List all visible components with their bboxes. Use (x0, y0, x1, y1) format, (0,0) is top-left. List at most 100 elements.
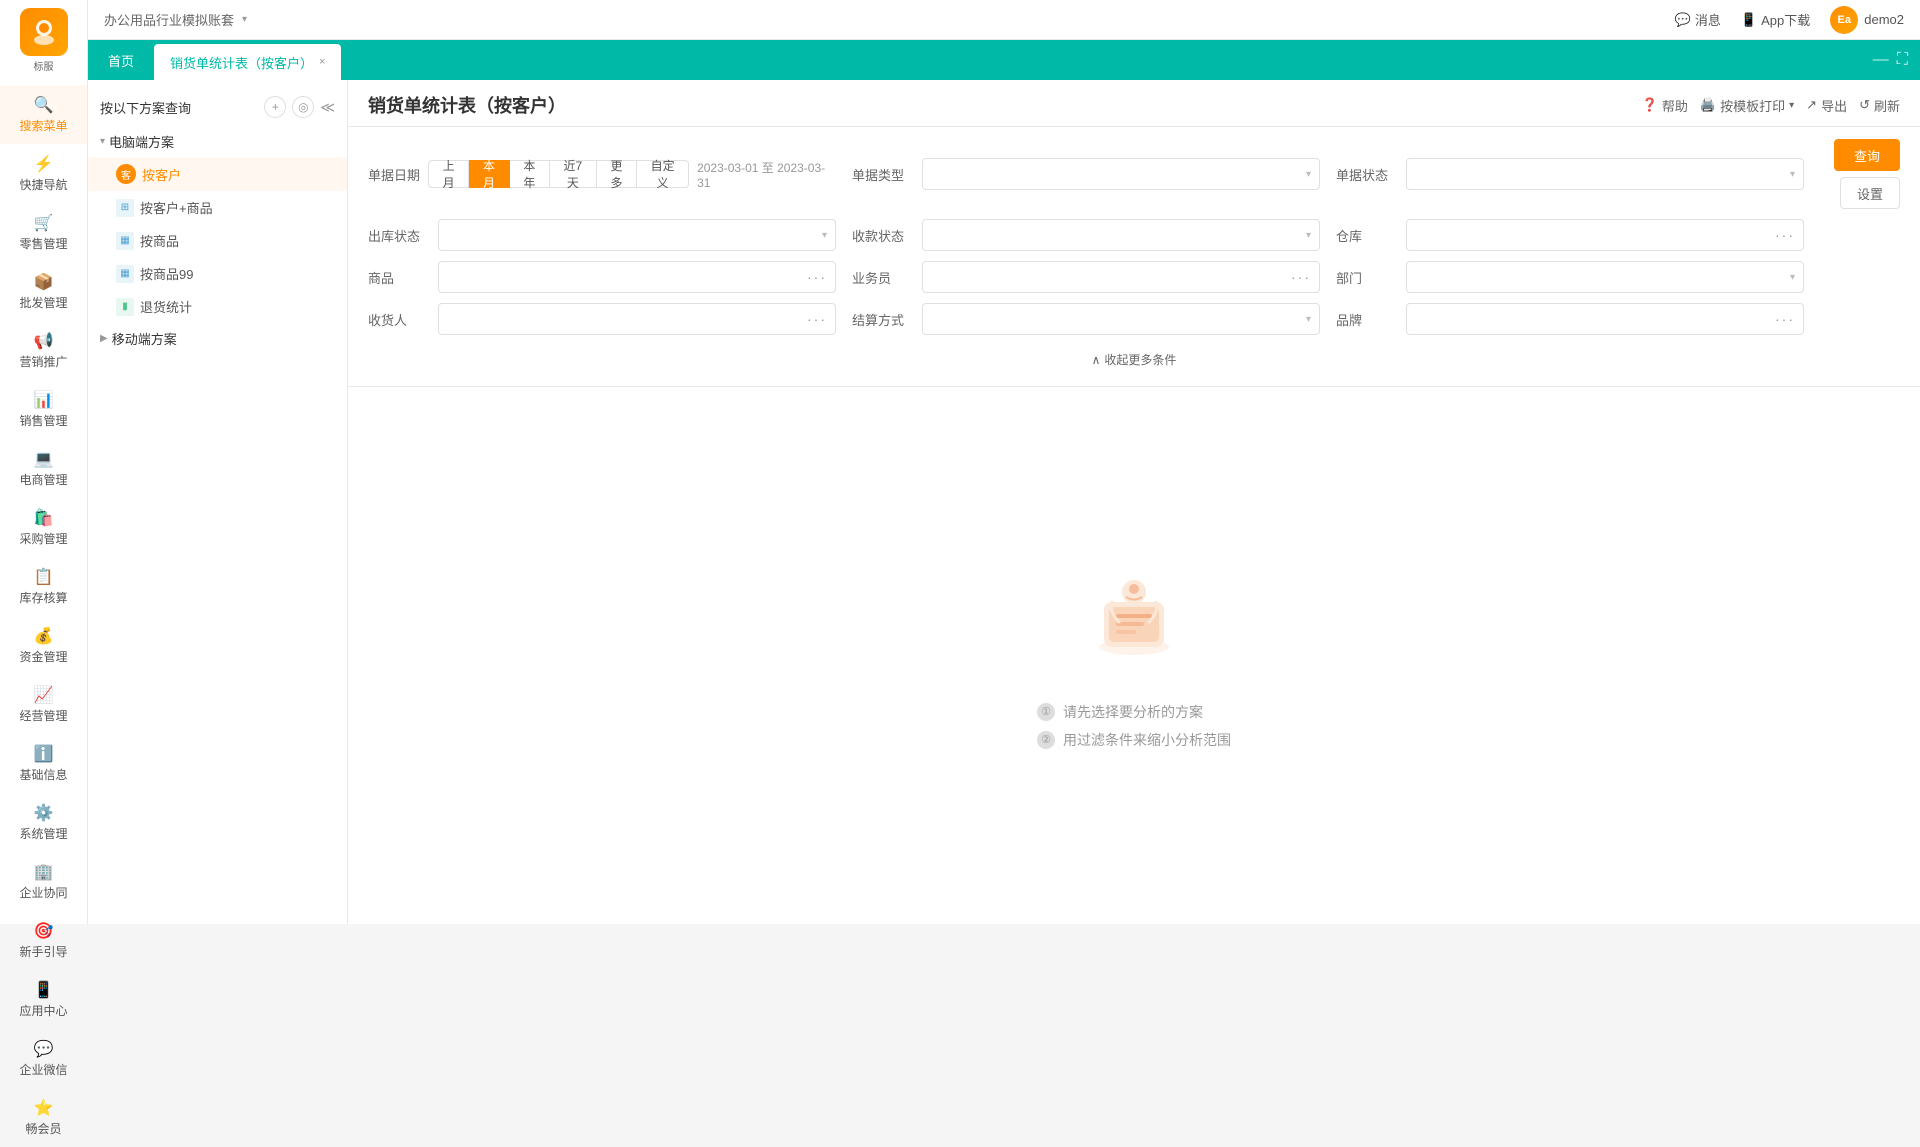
salesperson-field[interactable]: ··· (922, 261, 1320, 293)
sidebar-item-wholesale[interactable]: 📦 批发管理 (0, 262, 87, 321)
date-btn-more[interactable]: 更多 (597, 160, 637, 188)
template-print-label: 按模板打印 (1720, 96, 1785, 115)
sidebar-item-search[interactable]: 🔍 搜索菜单 (0, 85, 87, 144)
date-btn-last-7-days[interactable]: 近7天 (550, 160, 597, 188)
collapse-icon: ∧ (1092, 353, 1101, 367)
system-icon: ⚙️ (34, 803, 54, 823)
sidebar-item-member[interactable]: ⭐ 畅会员 (0, 1088, 87, 1147)
refresh-icon: ↺ (1859, 97, 1870, 113)
collapse-more-btn[interactable]: ∧ 收起更多条件 (368, 345, 1900, 374)
tab-close-icon[interactable]: × (319, 56, 325, 68)
scheme-collapse-btn[interactable]: ≪ (320, 99, 335, 116)
date-btn-last-month[interactable]: 上月 (428, 160, 469, 188)
sidebar-item-newbie[interactable]: 🎯 新手引导 (0, 911, 87, 970)
date-btn-this-year[interactable]: 本年 (510, 160, 550, 188)
scheme-item-by-customer[interactable]: 客 按客户 (88, 157, 347, 191)
receiver-label: 收货人 (368, 310, 438, 329)
sidebar-item-enterprise[interactable]: 🏢 企业协同 (0, 852, 87, 911)
sidebar-item-inventory[interactable]: 📋 库存核算 (0, 557, 87, 616)
order-type-field[interactable]: ▾ (922, 158, 1320, 190)
sidebar-item-wechat[interactable]: 💬 企业微信 (0, 1029, 87, 1088)
sidebar-item-finance[interactable]: 💰 资金管理 (0, 616, 87, 675)
scheme-icon-return: ▮ (116, 298, 134, 316)
avatar: Ea (1830, 6, 1858, 34)
sidebar-item-basic[interactable]: ℹ️ 基础信息 (0, 734, 87, 793)
scheme-group-header-mobile[interactable]: ▶ 移动端方案 (88, 323, 347, 354)
settlement-field[interactable]: ▾ (922, 303, 1320, 335)
scheme-group-header-desktop[interactable]: ▾ 电脑端方案 (88, 126, 347, 157)
settings-button[interactable]: 设置 (1840, 177, 1900, 209)
sidebar-item-marketing[interactable]: 📢 营销推广 (0, 321, 87, 380)
tab-home[interactable]: 首页 (88, 40, 154, 80)
receiver-field[interactable]: ··· (438, 303, 836, 335)
goods-field[interactable]: ··· (438, 261, 836, 293)
scheme-group-desktop: ▾ 电脑端方案 客 按客户 ⊞ 按客户+商品 ▦ 按商品 ▦ 按商品99 (88, 126, 347, 323)
department-field[interactable]: ▾ (1406, 261, 1804, 293)
receipt-status-field[interactable]: ▾ (922, 219, 1320, 251)
industry-dropdown-arrow[interactable]: ▾ (242, 14, 247, 25)
scheme-item-by-goods[interactable]: ▦ 按商品 (88, 224, 347, 257)
username: demo2 (1864, 12, 1904, 27)
tab-active[interactable]: 销货单统计表（按客户） × (154, 44, 341, 80)
template-print-btn[interactable]: 🖨️ 按模板打印 ▾ (1700, 96, 1794, 115)
department-arrow: ▾ (1790, 272, 1795, 283)
message-icon: 💬 (1675, 12, 1691, 28)
message-btn[interactable]: 💬 消息 (1675, 10, 1721, 29)
sidebar-item-quick-nav[interactable]: ⚡ 快捷导航 (0, 144, 87, 203)
scheme-settings-btn[interactable]: ◎ (292, 96, 314, 118)
sidebar-item-ecommerce[interactable]: 💻 电商管理 (0, 439, 87, 498)
sidebar-item-sales[interactable]: 📊 销售管理 (0, 380, 87, 439)
warehouse-field[interactable]: ··· (1406, 219, 1804, 251)
date-btn-this-month[interactable]: 本月 (469, 160, 509, 188)
scheme-item-by-customer-goods[interactable]: ⊞ 按客户+商品 (88, 191, 347, 224)
scheme-add-btn[interactable]: + (264, 96, 286, 118)
out-status-field[interactable]: ▾ (438, 219, 836, 251)
tab-minimize-btn[interactable]: — (1873, 51, 1889, 69)
tip2-text: 用过滤条件来缩小分析范围 (1063, 730, 1231, 750)
help-btn[interactable]: ❓ 帮助 (1642, 96, 1688, 115)
date-btn-custom[interactable]: 自定义 (637, 160, 689, 188)
tab-active-label: 销货单统计表（按客户） (170, 53, 313, 72)
goods-dots: ··· (807, 269, 827, 285)
app-download-btn[interactable]: 📱 App下载 (1741, 10, 1810, 29)
inventory-icon: 📋 (34, 567, 54, 587)
sidebar-item-purchase[interactable]: 🛍️ 采购管理 (0, 498, 87, 557)
order-status-field[interactable]: ▾ (1406, 158, 1804, 190)
sidebar-item-appstore[interactable]: 📱 应用中心 (0, 970, 87, 1029)
warehouse-label: 仓库 (1336, 226, 1406, 245)
date-range-display: 2023-03-01 至 2023-03-31 (697, 159, 836, 190)
sidebar-item-operation[interactable]: 📈 经营管理 (0, 675, 87, 734)
scheme-item-by-goods-99[interactable]: ▦ 按商品99 (88, 257, 347, 290)
sidebar-label-purchase: 采购管理 (19, 530, 67, 547)
scheme-item-return-stats[interactable]: ▮ 退货统计 (88, 290, 347, 323)
refresh-btn[interactable]: ↺ 刷新 (1859, 96, 1900, 115)
date-label: 单据日期 (368, 165, 428, 184)
settlement-label: 结算方式 (852, 310, 922, 329)
sidebar-label-basic: 基础信息 (19, 766, 67, 783)
sidebar-label-retail: 零售管理 (19, 235, 67, 252)
tab-bar: 首页 销货单统计表（按客户） × — ⛶ (88, 40, 1920, 80)
settlement-arrow: ▾ (1306, 314, 1311, 325)
sidebar-item-system[interactable]: ⚙️ 系统管理 (0, 793, 87, 852)
scheme-panel-actions: + ◎ ≪ (264, 96, 335, 118)
logo-text: 标服 (34, 58, 54, 73)
order-status-label: 单据状态 (1336, 165, 1406, 184)
brand-field[interactable]: ··· (1406, 303, 1804, 335)
sidebar-item-retail[interactable]: 🛒 零售管理 (0, 203, 87, 262)
sidebar-label-wholesale: 批发管理 (19, 294, 67, 311)
tab-expand-btn[interactable]: ⛶ (1897, 51, 1908, 69)
wholesale-icon: 📦 (34, 272, 54, 292)
filter-row-2: 出库状态 ▾ 收款状态 ▾ 仓库 ··· (368, 219, 1900, 251)
scheme-label-return-stats: 退货统计 (140, 297, 192, 316)
empty-icon (1074, 562, 1194, 682)
user-area[interactable]: Ea demo2 (1830, 6, 1904, 34)
empty-tip-2: ② 用过滤条件来缩小分析范围 (1037, 730, 1231, 750)
warehouse-dots: ··· (1775, 227, 1795, 243)
export-btn[interactable]: ↗ 导出 (1806, 96, 1847, 115)
scheme-label-by-goods: 按商品 (140, 231, 179, 250)
retail-icon: 🛒 (34, 213, 54, 233)
operation-icon: 📈 (34, 685, 54, 705)
out-status-arrow: ▾ (822, 230, 827, 241)
app-download-label: App下载 (1761, 10, 1810, 29)
query-button[interactable]: 查询 (1834, 139, 1900, 171)
